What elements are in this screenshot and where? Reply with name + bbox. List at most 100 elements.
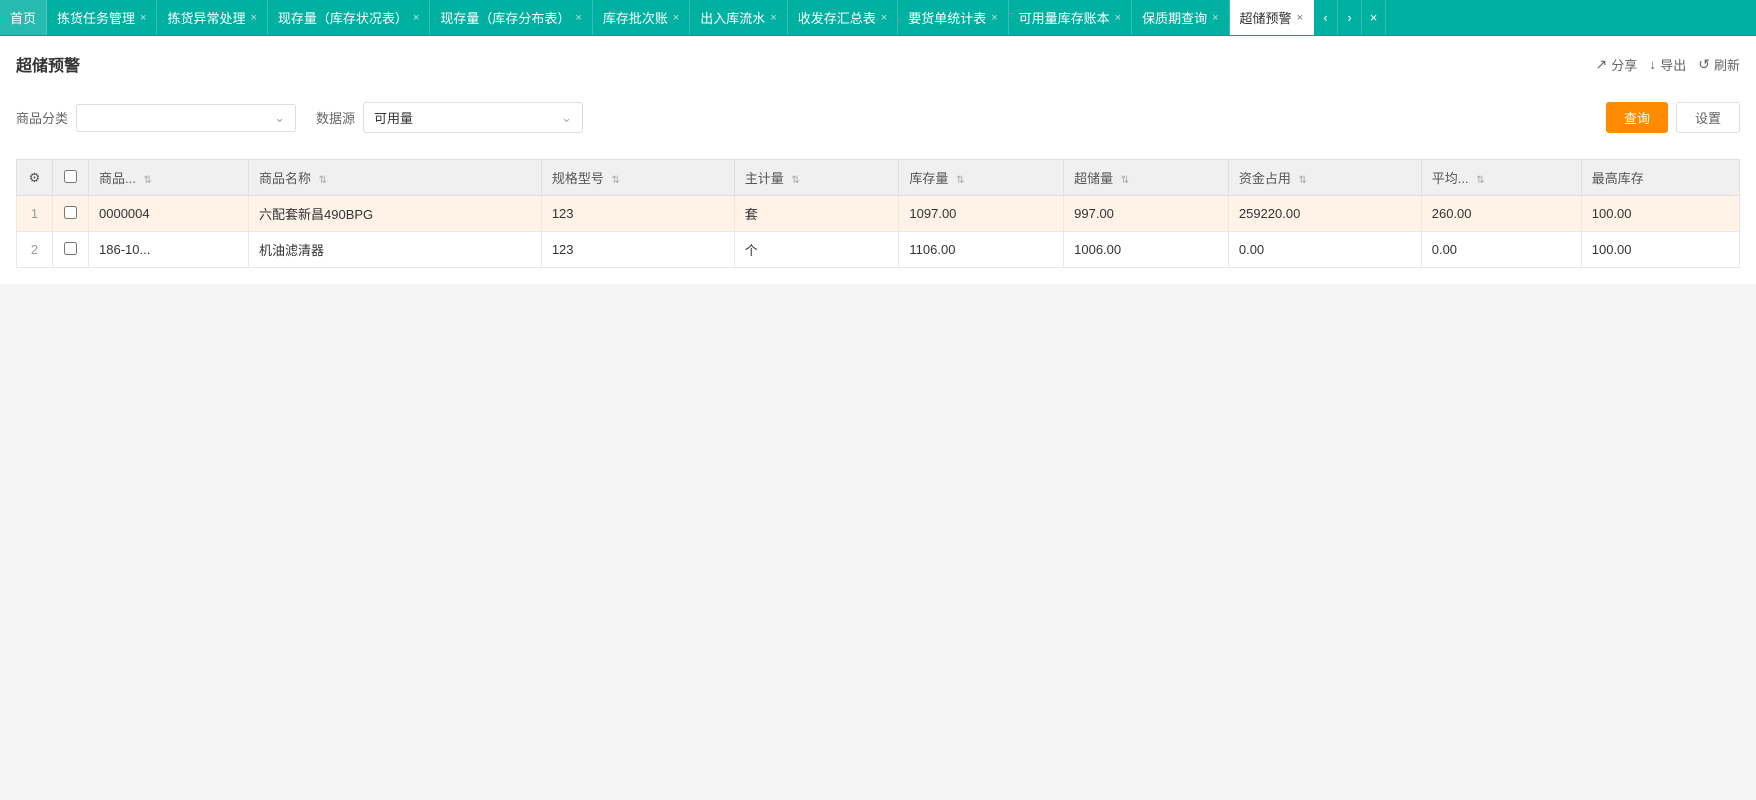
row-1-overstock-qty: 997.00 <box>1064 196 1229 232</box>
close-tab-avail-account[interactable]: × <box>1115 12 1121 24</box>
row-2-unit: 个 <box>734 232 899 268</box>
export-button[interactable]: ↓ 导出 <box>1649 55 1686 74</box>
share-icon: ↗ <box>1595 56 1607 73</box>
table-header: ⚙ 商品... ⇅ 商品名称 ⇅ 规格型号 ⇅ 主计量 <box>17 160 1740 196</box>
tab-task-mgmt[interactable]: 拣货任务管理 × <box>47 0 157 35</box>
close-tab-order-stats[interactable]: × <box>991 12 997 24</box>
sort-icon-product-name: ⇅ <box>319 175 327 186</box>
category-label: 商品分类 <box>16 108 68 127</box>
row-2-checkbox-cell <box>53 232 89 268</box>
refresh-icon: ↺ <box>1698 56 1710 73</box>
th-overstock-qty[interactable]: 超储量 ⇅ <box>1064 160 1229 196</box>
sort-icon-avg: ⇅ <box>1476 175 1484 186</box>
close-tab-stock-dist[interactable]: × <box>575 12 581 24</box>
row-1-stock-qty: 1097.00 <box>899 196 1064 232</box>
page-content: 超储预警 ↗ 分享 ↓ 导出 ↺ 刷新 商品分类 ⌄ 数据源 <box>0 36 1756 284</box>
table-row: 1 0000004 六配套新昌490BPG 123 套 1097.00 997.… <box>17 196 1740 232</box>
close-tab-overstock-warning[interactable]: × <box>1297 12 1303 24</box>
page-header: 超储预警 ↗ 分享 ↓ 导出 ↺ 刷新 <box>16 52 1740 76</box>
datasource-label: 数据源 <box>316 108 355 127</box>
table-row: 2 186-10... 机油滤清器 123 个 1106.00 1006.00 … <box>17 232 1740 268</box>
th-unit[interactable]: 主计量 ⇅ <box>734 160 899 196</box>
row-1-product-name: 六配套新昌490BPG <box>249 196 542 232</box>
sort-icon-capital-usage: ⇅ <box>1299 175 1307 186</box>
filter-area: 商品分类 ⌄ 数据源 可用量 ⌄ 查询 设置 <box>16 92 1740 143</box>
close-tab-exception[interactable]: × <box>250 12 256 24</box>
row-1-unit: 套 <box>734 196 899 232</box>
close-tab-task-mgmt[interactable]: × <box>140 12 146 24</box>
datasource-select[interactable]: 可用量 ⌄ <box>363 102 583 133</box>
nav-next-arrow[interactable]: › <box>1338 0 1362 35</box>
th-capital-usage[interactable]: 资金占用 ⇅ <box>1228 160 1421 196</box>
th-product-name[interactable]: 商品名称 ⇅ <box>249 160 542 196</box>
table-body: 1 0000004 六配套新昌490BPG 123 套 1097.00 997.… <box>17 196 1740 268</box>
th-avg[interactable]: 平均... ⇅ <box>1421 160 1581 196</box>
tab-collect-summary[interactable]: 收发存汇总表 × <box>788 0 898 35</box>
gear-icon: ⚙ <box>29 170 41 185</box>
row-1-product-code: 0000004 <box>89 196 249 232</box>
close-tab-batch-account[interactable]: × <box>673 12 679 24</box>
page-actions: ↗ 分享 ↓ 导出 ↺ 刷新 <box>1595 55 1740 74</box>
category-chevron-icon: ⌄ <box>274 110 285 126</box>
th-max-stock[interactable]: 最高库存 <box>1581 160 1739 196</box>
row-1-checkbox[interactable] <box>64 206 77 219</box>
share-button[interactable]: ↗ 分享 <box>1595 55 1637 74</box>
row-1-spec: 123 <box>541 196 734 232</box>
tab-stock-dist[interactable]: 现存量（库存分布表） × <box>430 0 592 35</box>
settings-button[interactable]: 设置 <box>1676 102 1740 133</box>
tab-batch-account[interactable]: 库存批次账 × <box>593 0 690 35</box>
row-2-overstock-qty: 1006.00 <box>1064 232 1229 268</box>
row-2-checkbox[interactable] <box>64 242 77 255</box>
close-tab-stock-status[interactable]: × <box>413 12 419 24</box>
export-icon: ↓ <box>1649 56 1656 72</box>
row-2-product-name: 机油滤清器 <box>249 232 542 268</box>
tab-expiry[interactable]: 保质期查询 × <box>1132 0 1229 35</box>
row-1-number: 1 <box>17 196 53 232</box>
datasource-select-value: 可用量 <box>374 108 413 127</box>
filter-buttons: 查询 设置 <box>1606 102 1740 133</box>
close-tab-expiry[interactable]: × <box>1212 12 1218 24</box>
nav-prev-arrow[interactable]: ‹ <box>1314 0 1338 35</box>
row-2-spec: 123 <box>541 232 734 268</box>
close-tab-in-out-flow[interactable]: × <box>770 12 776 24</box>
page-title: 超储预警 <box>16 52 80 76</box>
tab-order-stats[interactable]: 要货单统计表 × <box>898 0 1008 35</box>
tab-overstock-warning[interactable]: 超储预警 × <box>1230 0 1314 35</box>
sort-icon-spec: ⇅ <box>611 175 619 186</box>
datasource-chevron-icon: ⌄ <box>561 110 572 126</box>
th-gear[interactable]: ⚙ <box>17 160 53 196</box>
tab-stock-status[interactable]: 现存量（库存状况表） × <box>268 0 430 35</box>
th-spec[interactable]: 规格型号 ⇅ <box>541 160 734 196</box>
th-stock-qty[interactable]: 库存量 ⇅ <box>899 160 1064 196</box>
row-2-product-code: 186-10... <box>89 232 249 268</box>
tab-home[interactable]: 首页 <box>0 0 47 35</box>
row-1-checkbox-cell <box>53 196 89 232</box>
sort-icon-product-code: ⇅ <box>143 175 151 186</box>
row-2-capital-usage: 0.00 <box>1228 232 1421 268</box>
row-1-max-stock: 100.00 <box>1581 196 1739 232</box>
row-2-max-stock: 100.00 <box>1581 232 1739 268</box>
th-checkbox <box>53 160 89 196</box>
query-button[interactable]: 查询 <box>1606 102 1668 133</box>
top-navigation: 首页 拣货任务管理 × 拣货异常处理 × 现存量（库存状况表） × 现存量（库存… <box>0 0 1756 36</box>
row-2-number: 2 <box>17 232 53 268</box>
refresh-button[interactable]: ↺ 刷新 <box>1698 55 1740 74</box>
tab-exception[interactable]: 拣货异常处理 × <box>157 0 267 35</box>
tab-in-out-flow[interactable]: 出入库流水 × <box>690 0 787 35</box>
row-2-avg: 0.00 <box>1421 232 1581 268</box>
sort-icon-stock-qty: ⇅ <box>956 175 964 186</box>
row-2-stock-qty: 1106.00 <box>899 232 1064 268</box>
tab-avail-account[interactable]: 可用量库存账本 × <box>1009 0 1132 35</box>
datasource-filter-group: 数据源 可用量 ⌄ <box>316 102 583 133</box>
sort-icon-unit: ⇅ <box>791 175 799 186</box>
category-select[interactable]: ⌄ <box>76 104 296 132</box>
row-1-capital-usage: 259220.00 <box>1228 196 1421 232</box>
row-1-avg: 260.00 <box>1421 196 1581 232</box>
sort-icon-overstock-qty: ⇅ <box>1121 175 1129 186</box>
select-all-checkbox[interactable] <box>64 170 77 183</box>
th-product-code[interactable]: 商品... ⇅ <box>89 160 249 196</box>
category-filter-group: 商品分类 ⌄ <box>16 104 296 132</box>
nav-close-all[interactable]: × <box>1362 0 1386 35</box>
close-tab-collect-summary[interactable]: × <box>881 12 887 24</box>
data-table: ⚙ 商品... ⇅ 商品名称 ⇅ 规格型号 ⇅ 主计量 <box>16 159 1740 268</box>
